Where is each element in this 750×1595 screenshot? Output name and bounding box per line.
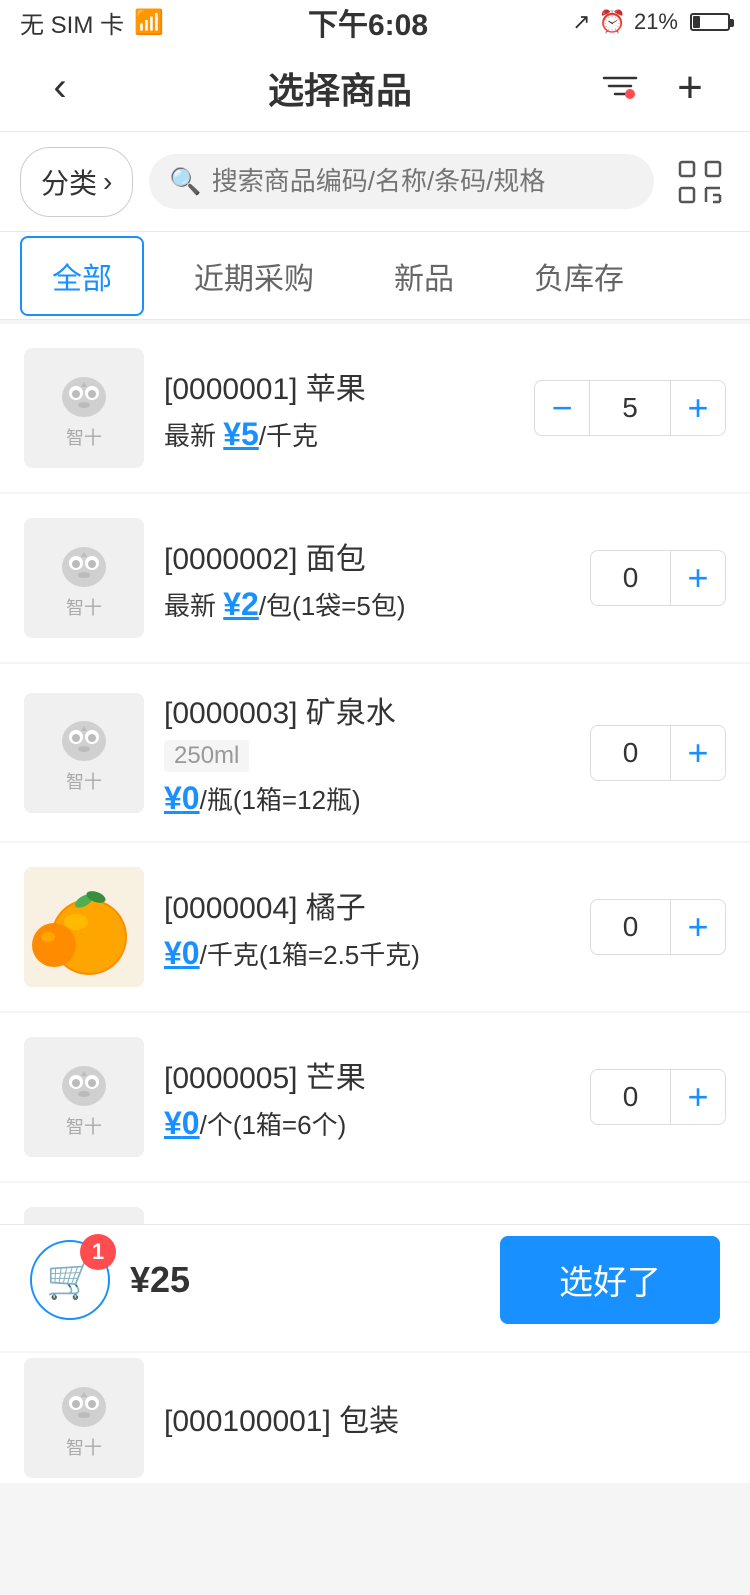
product-image <box>24 867 144 987</box>
status-left: 无 SIM 卡 📶 <box>20 5 164 40</box>
battery-fill <box>693 16 700 28</box>
filter-button[interactable] <box>590 58 650 118</box>
product-image: 智十 <box>24 518 144 638</box>
product-name: [0000002] 面包 <box>164 534 574 578</box>
cart-badge: 1 <box>80 1234 116 1270</box>
tab-new[interactable]: 新品 <box>364 238 484 314</box>
nav-bar: ‹ 选择商品 + <box>0 44 750 132</box>
list-item: 智十 [0000003] 矿泉水 250ml ¥0/瓶(1箱=12瓶) + <box>0 664 750 841</box>
quantity-increase-button[interactable]: + <box>670 899 726 955</box>
product-controls: − + <box>534 380 726 436</box>
battery-label: 21% <box>634 9 678 35</box>
quantity-input[interactable] <box>590 1069 670 1125</box>
product-spec: 250ml <box>164 740 249 772</box>
product-image: 智十 <box>24 1037 144 1157</box>
list-item: [0000004] 橘子 ¥0/千克(1箱=2.5千克) + <box>0 843 750 1011</box>
product-name: [0000005] 芒果 <box>164 1053 574 1097</box>
quantity-decrease-button[interactable]: − <box>534 380 590 436</box>
product-controls: + <box>590 1069 726 1125</box>
carrier-label: 无 SIM 卡 <box>20 5 124 40</box>
time-label: 下午6:08 <box>308 0 428 44</box>
product-name: [000100001] 包装 <box>164 1396 726 1440</box>
wifi-icon: 📶 <box>134 8 164 37</box>
list-item: 智十 [0000002] 面包 最新 ¥2/包(1袋=5包) + <box>0 494 750 662</box>
product-price: ¥0/瓶(1箱=12瓶) <box>164 780 574 817</box>
list-item: 智十 [000100001] 包装 <box>0 1353 750 1483</box>
product-image: 智十 <box>24 693 144 813</box>
quantity-increase-button[interactable]: + <box>670 725 726 781</box>
product-controls: + <box>590 725 726 781</box>
bottom-bar: 🛒 1 ¥25 选好了 <box>0 1224 750 1334</box>
quantity-input[interactable] <box>590 725 670 781</box>
product-name: [0000004] 橘子 <box>164 883 574 927</box>
category-button[interactable]: 分类 › <box>20 147 133 217</box>
search-input[interactable] <box>212 166 634 197</box>
product-price: 最新 ¥5/千克 <box>164 416 518 453</box>
product-price: ¥0/千克(1箱=2.5千克) <box>164 935 574 972</box>
location-icon: ↗ <box>572 9 590 35</box>
cart-button[interactable]: 🛒 1 <box>30 1240 110 1320</box>
search-box: 🔍 <box>149 154 654 209</box>
tab-recent[interactable]: 近期采购 <box>164 238 344 314</box>
cart-area: 🛒 1 ¥25 <box>30 1240 500 1320</box>
category-label: 分类 <box>41 162 97 202</box>
quantity-input[interactable] <box>590 550 670 606</box>
search-icon: 🔍 <box>169 166 201 197</box>
add-button[interactable]: + <box>660 58 720 118</box>
list-item: 智十 [0000005] 芒果 ¥0/个(1箱=6个) + <box>0 1013 750 1181</box>
quantity-increase-button[interactable]: + <box>670 1069 726 1125</box>
product-name: [0000003] 矿泉水 <box>164 688 574 732</box>
product-price: ¥0/个(1箱=6个) <box>164 1105 574 1142</box>
product-controls: + <box>590 899 726 955</box>
product-info: [0000005] 芒果 ¥0/个(1箱=6个) <box>164 1053 574 1142</box>
product-controls: + <box>590 550 726 606</box>
battery-bar <box>690 13 730 31</box>
product-name: [0000001] 苹果 <box>164 364 518 408</box>
list-item: 智十 [0000001] 苹果 最新 ¥5/千克 − + <box>0 324 750 492</box>
product-image: 智十 <box>24 348 144 468</box>
quantity-input[interactable] <box>590 899 670 955</box>
confirm-button[interactable]: 选好了 <box>500 1236 720 1324</box>
product-info: [0000001] 苹果 最新 ¥5/千克 <box>164 364 518 453</box>
quantity-input[interactable] <box>590 380 670 436</box>
product-image: 智十 <box>24 1358 144 1478</box>
status-right: ↗ ⏰ 21% <box>572 9 730 35</box>
cart-total: ¥25 <box>130 1259 190 1301</box>
product-info: [0000004] 橘子 ¥0/千克(1箱=2.5千克) <box>164 883 574 972</box>
back-button[interactable]: ‹ <box>30 58 90 118</box>
quantity-increase-button[interactable]: + <box>670 380 726 436</box>
tab-negative[interactable]: 负库存 <box>504 238 654 314</box>
status-bar: 无 SIM 卡 📶 下午6:08 ↗ ⏰ 21% <box>0 0 750 44</box>
page-title: 选择商品 <box>268 62 412 114</box>
category-arrow: › <box>103 166 112 198</box>
nav-actions: + <box>590 58 720 118</box>
filter-bar: 分类 › 🔍 <box>0 132 750 232</box>
scan-button[interactable] <box>670 152 730 212</box>
tab-bar: 全部 近期采购 新品 负库存 <box>0 232 750 320</box>
alarm-icon: ⏰ <box>599 9 626 35</box>
product-info: [0000002] 面包 最新 ¥2/包(1袋=5包) <box>164 534 574 623</box>
quantity-increase-button[interactable]: + <box>670 550 726 606</box>
tab-all[interactable]: 全部 <box>20 236 144 316</box>
product-price: 最新 ¥2/包(1袋=5包) <box>164 586 574 623</box>
product-info: [000100001] 包装 <box>164 1396 726 1440</box>
product-info: [0000003] 矿泉水 250ml ¥0/瓶(1箱=12瓶) <box>164 688 574 817</box>
